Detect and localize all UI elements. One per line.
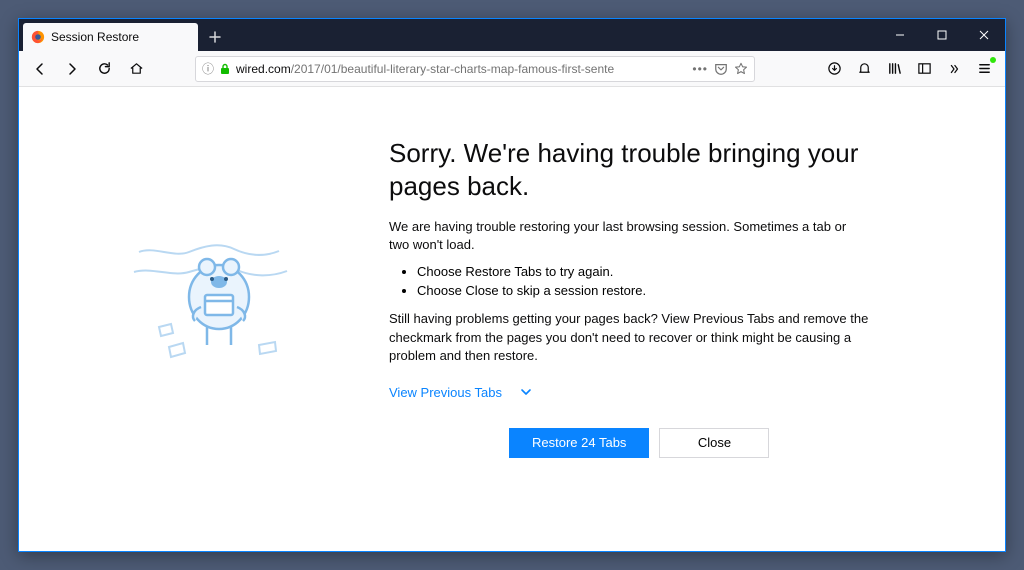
menu-button[interactable] xyxy=(971,56,997,82)
page-content: Sorry. We're having trouble bringing you… xyxy=(19,87,1005,551)
chevron-down-icon xyxy=(520,386,532,398)
url-text: wired.com/2017/01/beautiful-literary-sta… xyxy=(236,62,686,76)
error-illustration xyxy=(89,137,349,521)
browser-window: Session Restore ⓘ wired.com/2017/01/beau… xyxy=(18,18,1006,552)
lock-icon xyxy=(220,63,230,75)
browser-tab[interactable]: Session Restore xyxy=(23,23,198,51)
toolbar-right xyxy=(821,56,997,82)
titlebar: Session Restore xyxy=(19,19,1005,51)
forward-button[interactable] xyxy=(59,56,85,82)
pocket-icon[interactable] xyxy=(714,62,728,76)
notifications-icon[interactable] xyxy=(851,56,877,82)
page-action-icon[interactable]: ••• xyxy=(692,62,708,76)
options-list: Choose Restore Tabs to try again. Choose… xyxy=(417,264,869,298)
new-tab-button[interactable] xyxy=(200,23,230,51)
library-icon[interactable] xyxy=(881,56,907,82)
back-button[interactable] xyxy=(27,56,53,82)
star-icon[interactable] xyxy=(734,62,748,76)
firefox-favicon xyxy=(31,30,45,44)
reload-button[interactable] xyxy=(91,56,117,82)
sidebar-icon[interactable] xyxy=(911,56,937,82)
intro-paragraph: We are having trouble restoring your las… xyxy=(389,218,869,254)
help-paragraph: Still having problems getting your pages… xyxy=(389,310,869,365)
overflow-icon[interactable] xyxy=(941,56,967,82)
view-previous-label: View Previous Tabs xyxy=(389,385,502,400)
option-close: Choose Close to skip a session restore. xyxy=(417,283,869,298)
text-column: Sorry. We're having trouble bringing you… xyxy=(389,137,869,521)
view-previous-tabs-link[interactable]: View Previous Tabs xyxy=(389,385,869,400)
toolbar: ⓘ wired.com/2017/01/beautiful-literary-s… xyxy=(19,51,1005,87)
maximize-button[interactable] xyxy=(921,19,963,51)
home-button[interactable] xyxy=(123,56,149,82)
button-row: Restore 24 Tabs Close xyxy=(509,428,869,458)
close-button[interactable]: Close xyxy=(659,428,769,458)
page-title: Sorry. We're having trouble bringing you… xyxy=(389,137,869,202)
close-window-button[interactable] xyxy=(963,19,1005,51)
minimize-button[interactable] xyxy=(879,19,921,51)
url-bar[interactable]: ⓘ wired.com/2017/01/beautiful-literary-s… xyxy=(195,56,755,82)
option-restore: Choose Restore Tabs to try again. xyxy=(417,264,869,279)
downloads-icon[interactable] xyxy=(821,56,847,82)
tab-title: Session Restore xyxy=(51,30,139,44)
restore-button[interactable]: Restore 24 Tabs xyxy=(509,428,649,458)
info-icon[interactable]: ⓘ xyxy=(202,60,214,77)
window-controls xyxy=(879,19,1005,51)
